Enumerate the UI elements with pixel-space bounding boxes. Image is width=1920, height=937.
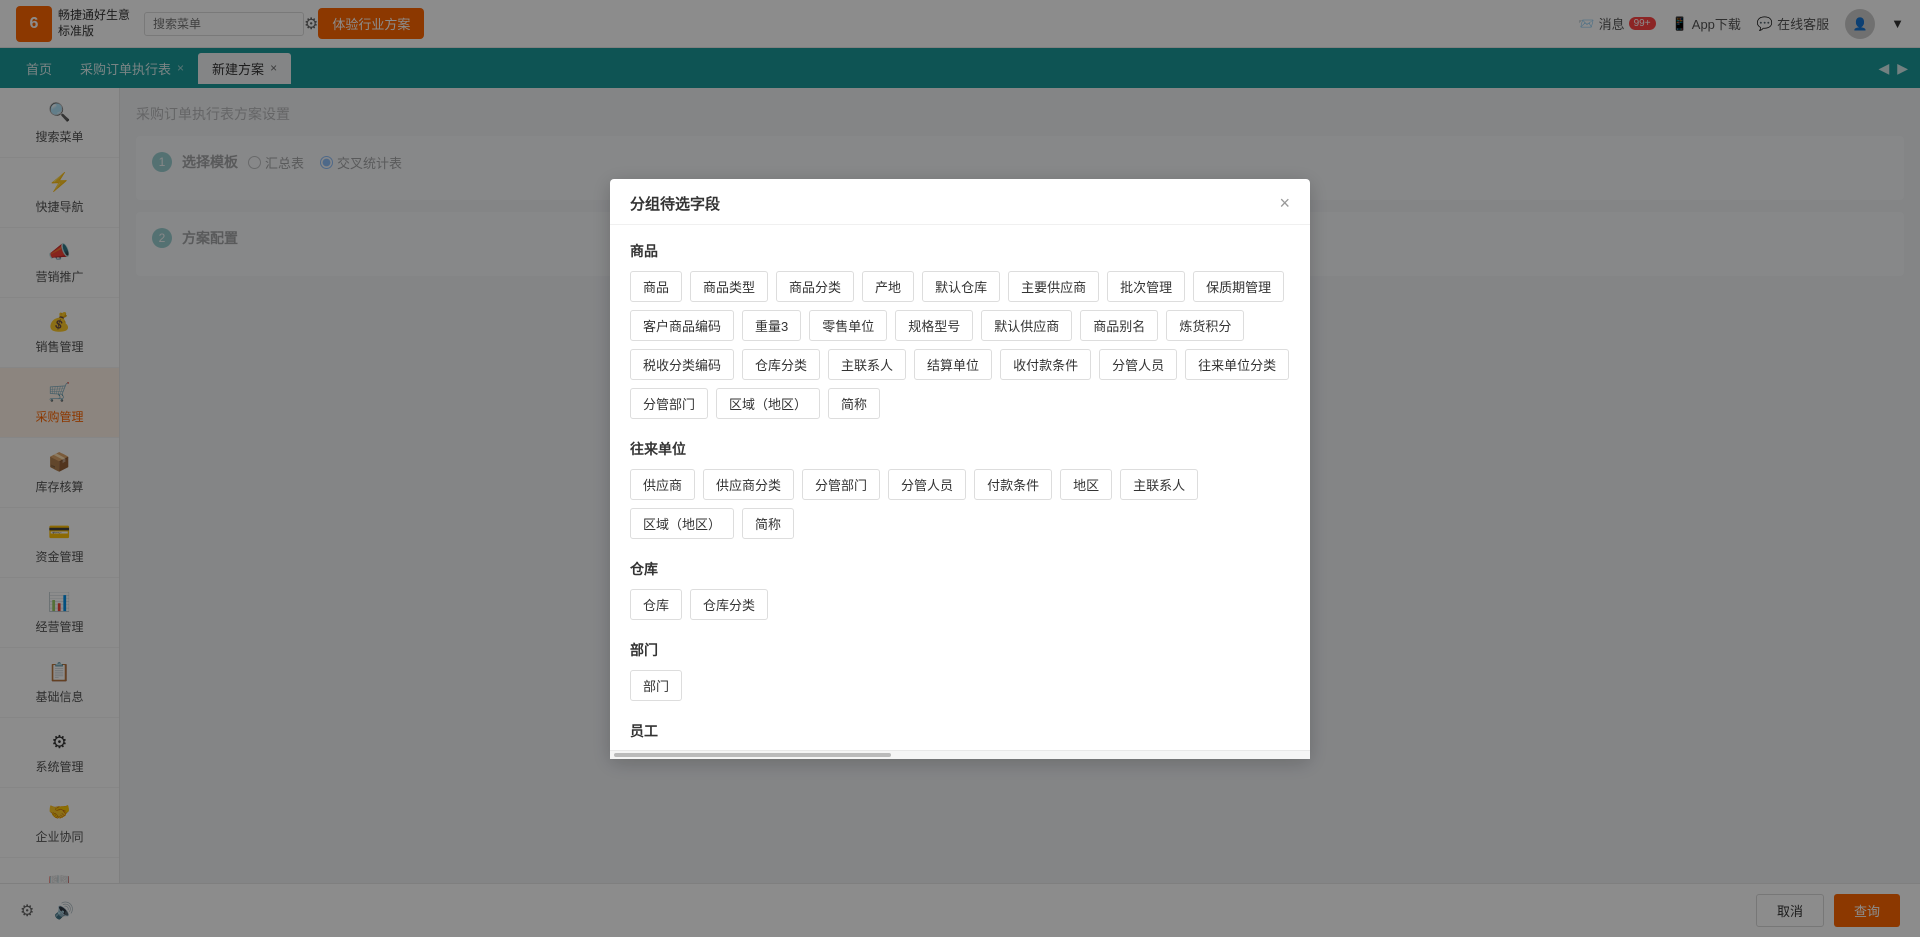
section-employee-title: 员工	[630, 721, 1290, 741]
field-tag[interactable]: 商品分类	[776, 271, 854, 302]
section-department-title: 部门	[630, 640, 1290, 660]
field-tag[interactable]: 重量3	[742, 310, 801, 341]
field-tag[interactable]: 商品	[630, 271, 682, 302]
field-tag[interactable]: 供应商	[630, 469, 695, 500]
section-goods: 商品 商品 商品类型 商品分类 产地 默认仓库 主要供应商 批次管理 保质期管理…	[630, 241, 1290, 419]
field-tag[interactable]: 规格型号	[895, 310, 973, 341]
field-tag[interactable]: 客户商品编码	[630, 310, 734, 341]
field-tag[interactable]: 商品别名	[1080, 310, 1158, 341]
field-tag[interactable]: 零售单位	[809, 310, 887, 341]
field-tag[interactable]: 区域（地区）	[630, 508, 734, 539]
section-warehouse-title: 仓库	[630, 559, 1290, 579]
modal-body: 商品 商品 商品类型 商品分类 产地 默认仓库 主要供应商 批次管理 保质期管理…	[610, 225, 1310, 750]
section-employee: 员工 业务员	[630, 721, 1290, 750]
field-tag[interactable]: 默认供应商	[981, 310, 1072, 341]
field-tag[interactable]: 简称	[828, 388, 880, 419]
field-tag[interactable]: 商品类型	[690, 271, 768, 302]
field-tag[interactable]: 默认仓库	[922, 271, 1000, 302]
field-tag[interactable]: 简称	[742, 508, 794, 539]
field-tag[interactable]: 产地	[862, 271, 914, 302]
field-tag[interactable]: 付款条件	[974, 469, 1052, 500]
section-warehouse: 仓库 仓库 仓库分类	[630, 559, 1290, 620]
field-tag[interactable]: 结算单位	[914, 349, 992, 380]
field-tag[interactable]: 税收分类编码	[630, 349, 734, 380]
field-tag[interactable]: 批次管理	[1107, 271, 1185, 302]
field-tag[interactable]: 分管部门	[802, 469, 880, 500]
field-tag[interactable]: 仓库	[630, 589, 682, 620]
section-department: 部门 部门	[630, 640, 1290, 701]
section-goods-tags: 商品 商品类型 商品分类 产地 默认仓库 主要供应商 批次管理 保质期管理 客户…	[630, 271, 1290, 419]
field-tag[interactable]: 保质期管理	[1193, 271, 1284, 302]
section-partner: 往来单位 供应商 供应商分类 分管部门 分管人员 付款条件 地区 主联系人 区域…	[630, 439, 1290, 539]
section-goods-title: 商品	[630, 241, 1290, 261]
field-selection-modal: 分组待选字段 × 商品 商品 商品类型 商品分类 产地 默认仓库 主要供应商 批…	[610, 179, 1310, 759]
section-partner-title: 往来单位	[630, 439, 1290, 459]
modal-close-button[interactable]: ×	[1279, 194, 1290, 212]
field-tag[interactable]: 主联系人	[828, 349, 906, 380]
field-tag[interactable]: 炼货积分	[1166, 310, 1244, 341]
field-tag[interactable]: 部门	[630, 670, 682, 701]
modal-header: 分组待选字段 ×	[610, 179, 1310, 225]
field-tag[interactable]: 供应商分类	[703, 469, 794, 500]
field-tag[interactable]: 仓库分类	[690, 589, 768, 620]
modal-overlay: 分组待选字段 × 商品 商品 商品类型 商品分类 产地 默认仓库 主要供应商 批…	[0, 0, 1920, 937]
field-tag[interactable]: 地区	[1060, 469, 1112, 500]
modal-horizontal-scrollbar[interactable]	[610, 750, 1310, 759]
field-tag[interactable]: 分管人员	[1099, 349, 1177, 380]
field-tag[interactable]: 区域（地区）	[716, 388, 820, 419]
field-tag[interactable]: 主联系人	[1120, 469, 1198, 500]
field-tag[interactable]: 收付款条件	[1000, 349, 1091, 380]
field-tag[interactable]: 仓库分类	[742, 349, 820, 380]
field-tag[interactable]: 主要供应商	[1008, 271, 1099, 302]
section-warehouse-tags: 仓库 仓库分类	[630, 589, 1290, 620]
modal-title: 分组待选字段	[630, 193, 720, 214]
section-department-tags: 部门	[630, 670, 1290, 701]
field-tag[interactable]: 分管人员	[888, 469, 966, 500]
field-tag[interactable]: 分管部门	[630, 388, 708, 419]
section-partner-tags: 供应商 供应商分类 分管部门 分管人员 付款条件 地区 主联系人 区域（地区） …	[630, 469, 1290, 539]
field-tag[interactable]: 往来单位分类	[1185, 349, 1289, 380]
